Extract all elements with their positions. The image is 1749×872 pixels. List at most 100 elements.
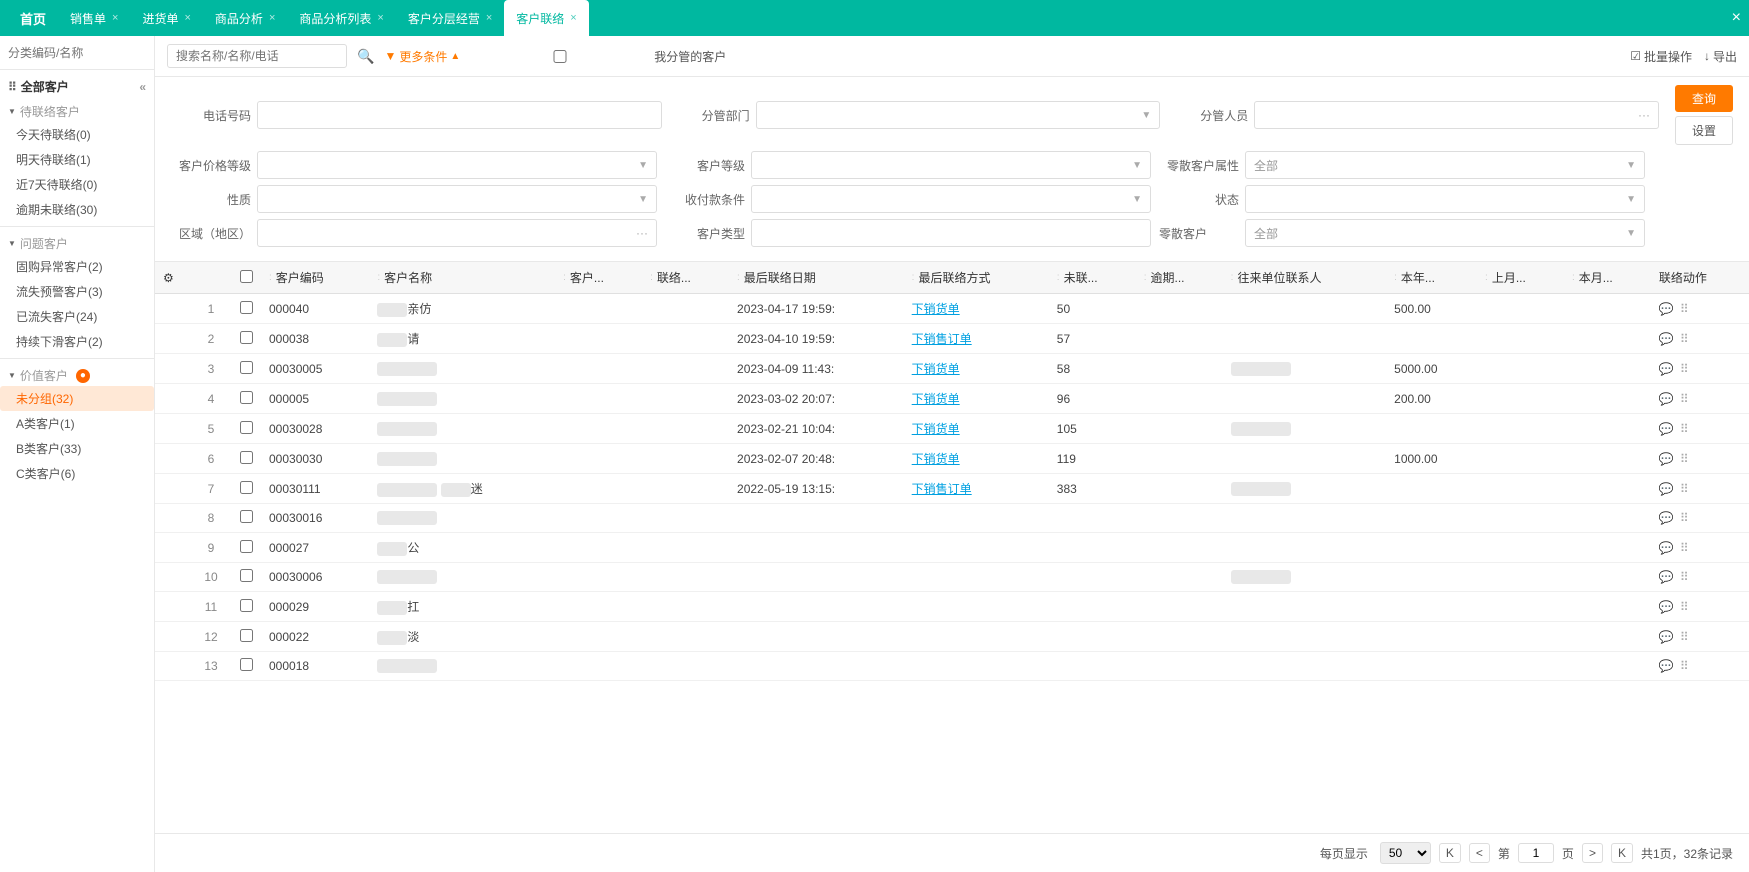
sidebar-item-group-b[interactable]: B类客户(33): [0, 436, 154, 461]
action-comment-icon[interactable]: 💬: [1659, 332, 1674, 346]
row-checkbox[interactable]: [231, 414, 261, 444]
contact-method-link[interactable]: 下销货单: [912, 422, 960, 436]
action-grid-icon[interactable]: ⠿: [1680, 630, 1689, 644]
action-comment-icon[interactable]: 💬: [1659, 302, 1674, 316]
th-settings[interactable]: ⚙: [155, 262, 191, 294]
prev-page-btn[interactable]: <: [1469, 843, 1490, 863]
action-comment-icon[interactable]: 💬: [1659, 541, 1674, 555]
field-status-input[interactable]: ▼: [1245, 185, 1645, 213]
nav-customer-contact[interactable]: 客户联络 ×: [504, 0, 588, 36]
sidebar-item-lost[interactable]: 已流失客户(24): [0, 304, 154, 329]
sidebar-search-input[interactable]: [8, 46, 155, 60]
field-region-input[interactable]: ···: [257, 219, 657, 247]
first-page-btn[interactable]: K: [1439, 843, 1461, 863]
select-all-checkbox[interactable]: [240, 270, 253, 283]
action-comment-icon[interactable]: 💬: [1659, 362, 1674, 376]
action-comment-icon[interactable]: 💬: [1659, 392, 1674, 406]
nav-close-all[interactable]: ×: [1732, 9, 1741, 27]
nav-purchase[interactable]: 进货单 ×: [130, 0, 202, 36]
action-comment-icon[interactable]: 💬: [1659, 630, 1674, 644]
nav-sales[interactable]: 销售单 ×: [58, 0, 130, 36]
close-sales-tab[interactable]: ×: [112, 12, 118, 24]
sidebar-item-declining[interactable]: 持续下滑客户(2): [0, 329, 154, 354]
action-comment-icon[interactable]: 💬: [1659, 570, 1674, 584]
row-select-checkbox[interactable]: [240, 540, 253, 553]
query-button[interactable]: 查询: [1675, 85, 1733, 112]
th-checkbox[interactable]: [231, 262, 261, 294]
row-select-checkbox[interactable]: [240, 421, 253, 434]
action-comment-icon[interactable]: 💬: [1659, 452, 1674, 466]
field-dept-input[interactable]: ▼: [756, 101, 1161, 129]
nav-customer-segment[interactable]: 客户分层经营 ×: [396, 0, 504, 36]
row-checkbox[interactable]: [231, 652, 261, 681]
row-select-checkbox[interactable]: [240, 331, 253, 344]
row-select-checkbox[interactable]: [240, 658, 253, 671]
row-checkbox[interactable]: [231, 324, 261, 354]
row-checkbox[interactable]: [231, 563, 261, 592]
sidebar-item-today[interactable]: 今天待联络(0): [0, 122, 154, 147]
action-grid-icon[interactable]: ⠿: [1680, 452, 1689, 466]
contact-method-link[interactable]: 下销货单: [912, 392, 960, 406]
next-page-btn[interactable]: >: [1582, 843, 1603, 863]
field-manager-input[interactable]: ···: [1254, 101, 1659, 129]
sidebar-item-group-a[interactable]: A类客户(1): [0, 411, 154, 436]
action-comment-icon[interactable]: 💬: [1659, 422, 1674, 436]
row-checkbox[interactable]: [231, 533, 261, 563]
contact-method-link[interactable]: 下销货单: [912, 362, 960, 376]
row-checkbox[interactable]: [231, 474, 261, 504]
search-input[interactable]: [167, 44, 347, 68]
contact-method-link[interactable]: 下销售订单: [912, 332, 972, 346]
field-payment-input[interactable]: ▼: [751, 185, 1151, 213]
page-number-input[interactable]: [1518, 843, 1554, 863]
close-purchase-tab[interactable]: ×: [184, 12, 190, 24]
reset-button[interactable]: 设置: [1675, 116, 1733, 145]
field-nature-input[interactable]: ▼: [257, 185, 657, 213]
row-checkbox[interactable]: [231, 592, 261, 622]
batch-operation-btn[interactable]: ☑ 批量操作: [1630, 48, 1692, 65]
sidebar-item-unclassified[interactable]: 未分组(32): [0, 386, 154, 411]
row-select-checkbox[interactable]: [240, 301, 253, 314]
row-checkbox[interactable]: [231, 354, 261, 384]
field-customer-level-input[interactable]: ▼: [751, 151, 1151, 179]
search-button[interactable]: 🔍: [357, 48, 374, 65]
contact-method-link[interactable]: 下销货单: [912, 302, 960, 316]
action-grid-icon[interactable]: ⠿: [1680, 570, 1689, 584]
action-grid-icon[interactable]: ⠿: [1680, 392, 1689, 406]
action-grid-icon[interactable]: ⠿: [1680, 482, 1689, 496]
nav-product-analysis-list[interactable]: 商品分析列表 ×: [287, 0, 395, 36]
more-conditions-btn[interactable]: ▼ 更多条件 ▲: [384, 48, 460, 65]
close-product-analysis-tab[interactable]: ×: [269, 12, 275, 24]
row-select-checkbox[interactable]: [240, 361, 253, 374]
row-checkbox[interactable]: [231, 444, 261, 474]
sidebar-collapse-btn[interactable]: «: [139, 80, 146, 94]
action-grid-icon[interactable]: ⠿: [1680, 362, 1689, 376]
action-grid-icon[interactable]: ⠿: [1680, 422, 1689, 436]
action-grid-icon[interactable]: ⠿: [1680, 511, 1689, 525]
export-btn[interactable]: ↓ 导出: [1704, 48, 1737, 65]
sidebar-item-tomorrow[interactable]: 明天待联络(1): [0, 147, 154, 172]
action-comment-icon[interactable]: 💬: [1659, 482, 1674, 496]
close-customer-contact-tab[interactable]: ×: [570, 12, 576, 24]
field-price-level-input[interactable]: ▼: [257, 151, 657, 179]
field-retail-attr-input[interactable]: 全部▼: [1245, 151, 1645, 179]
field-retail-customer-input[interactable]: 全部▼: [1245, 219, 1645, 247]
sidebar-item-churn-risk[interactable]: 流失预警客户(3): [0, 279, 154, 304]
contact-method-link[interactable]: 下销售订单: [912, 482, 972, 496]
action-grid-icon[interactable]: ⠿: [1680, 659, 1689, 673]
action-comment-icon[interactable]: 💬: [1659, 659, 1674, 673]
nav-home[interactable]: 首页: [8, 0, 58, 36]
action-grid-icon[interactable]: ⠿: [1680, 600, 1689, 614]
action-comment-icon[interactable]: 💬: [1659, 511, 1674, 525]
action-grid-icon[interactable]: ⠿: [1680, 302, 1689, 316]
settings-icon[interactable]: ⚙: [163, 271, 174, 285]
action-grid-icon[interactable]: ⠿: [1680, 541, 1689, 555]
row-select-checkbox[interactable]: [240, 599, 253, 612]
field-customer-type-input[interactable]: [751, 219, 1151, 247]
action-grid-icon[interactable]: ⠿: [1680, 332, 1689, 346]
sidebar-item-group-c[interactable]: C类客户(6): [0, 461, 154, 486]
row-checkbox[interactable]: [231, 294, 261, 324]
row-checkbox[interactable]: [231, 622, 261, 652]
sidebar-item-abnormal[interactable]: 固购异常客户(2): [0, 254, 154, 279]
row-select-checkbox[interactable]: [240, 569, 253, 582]
row-checkbox[interactable]: [231, 504, 261, 533]
